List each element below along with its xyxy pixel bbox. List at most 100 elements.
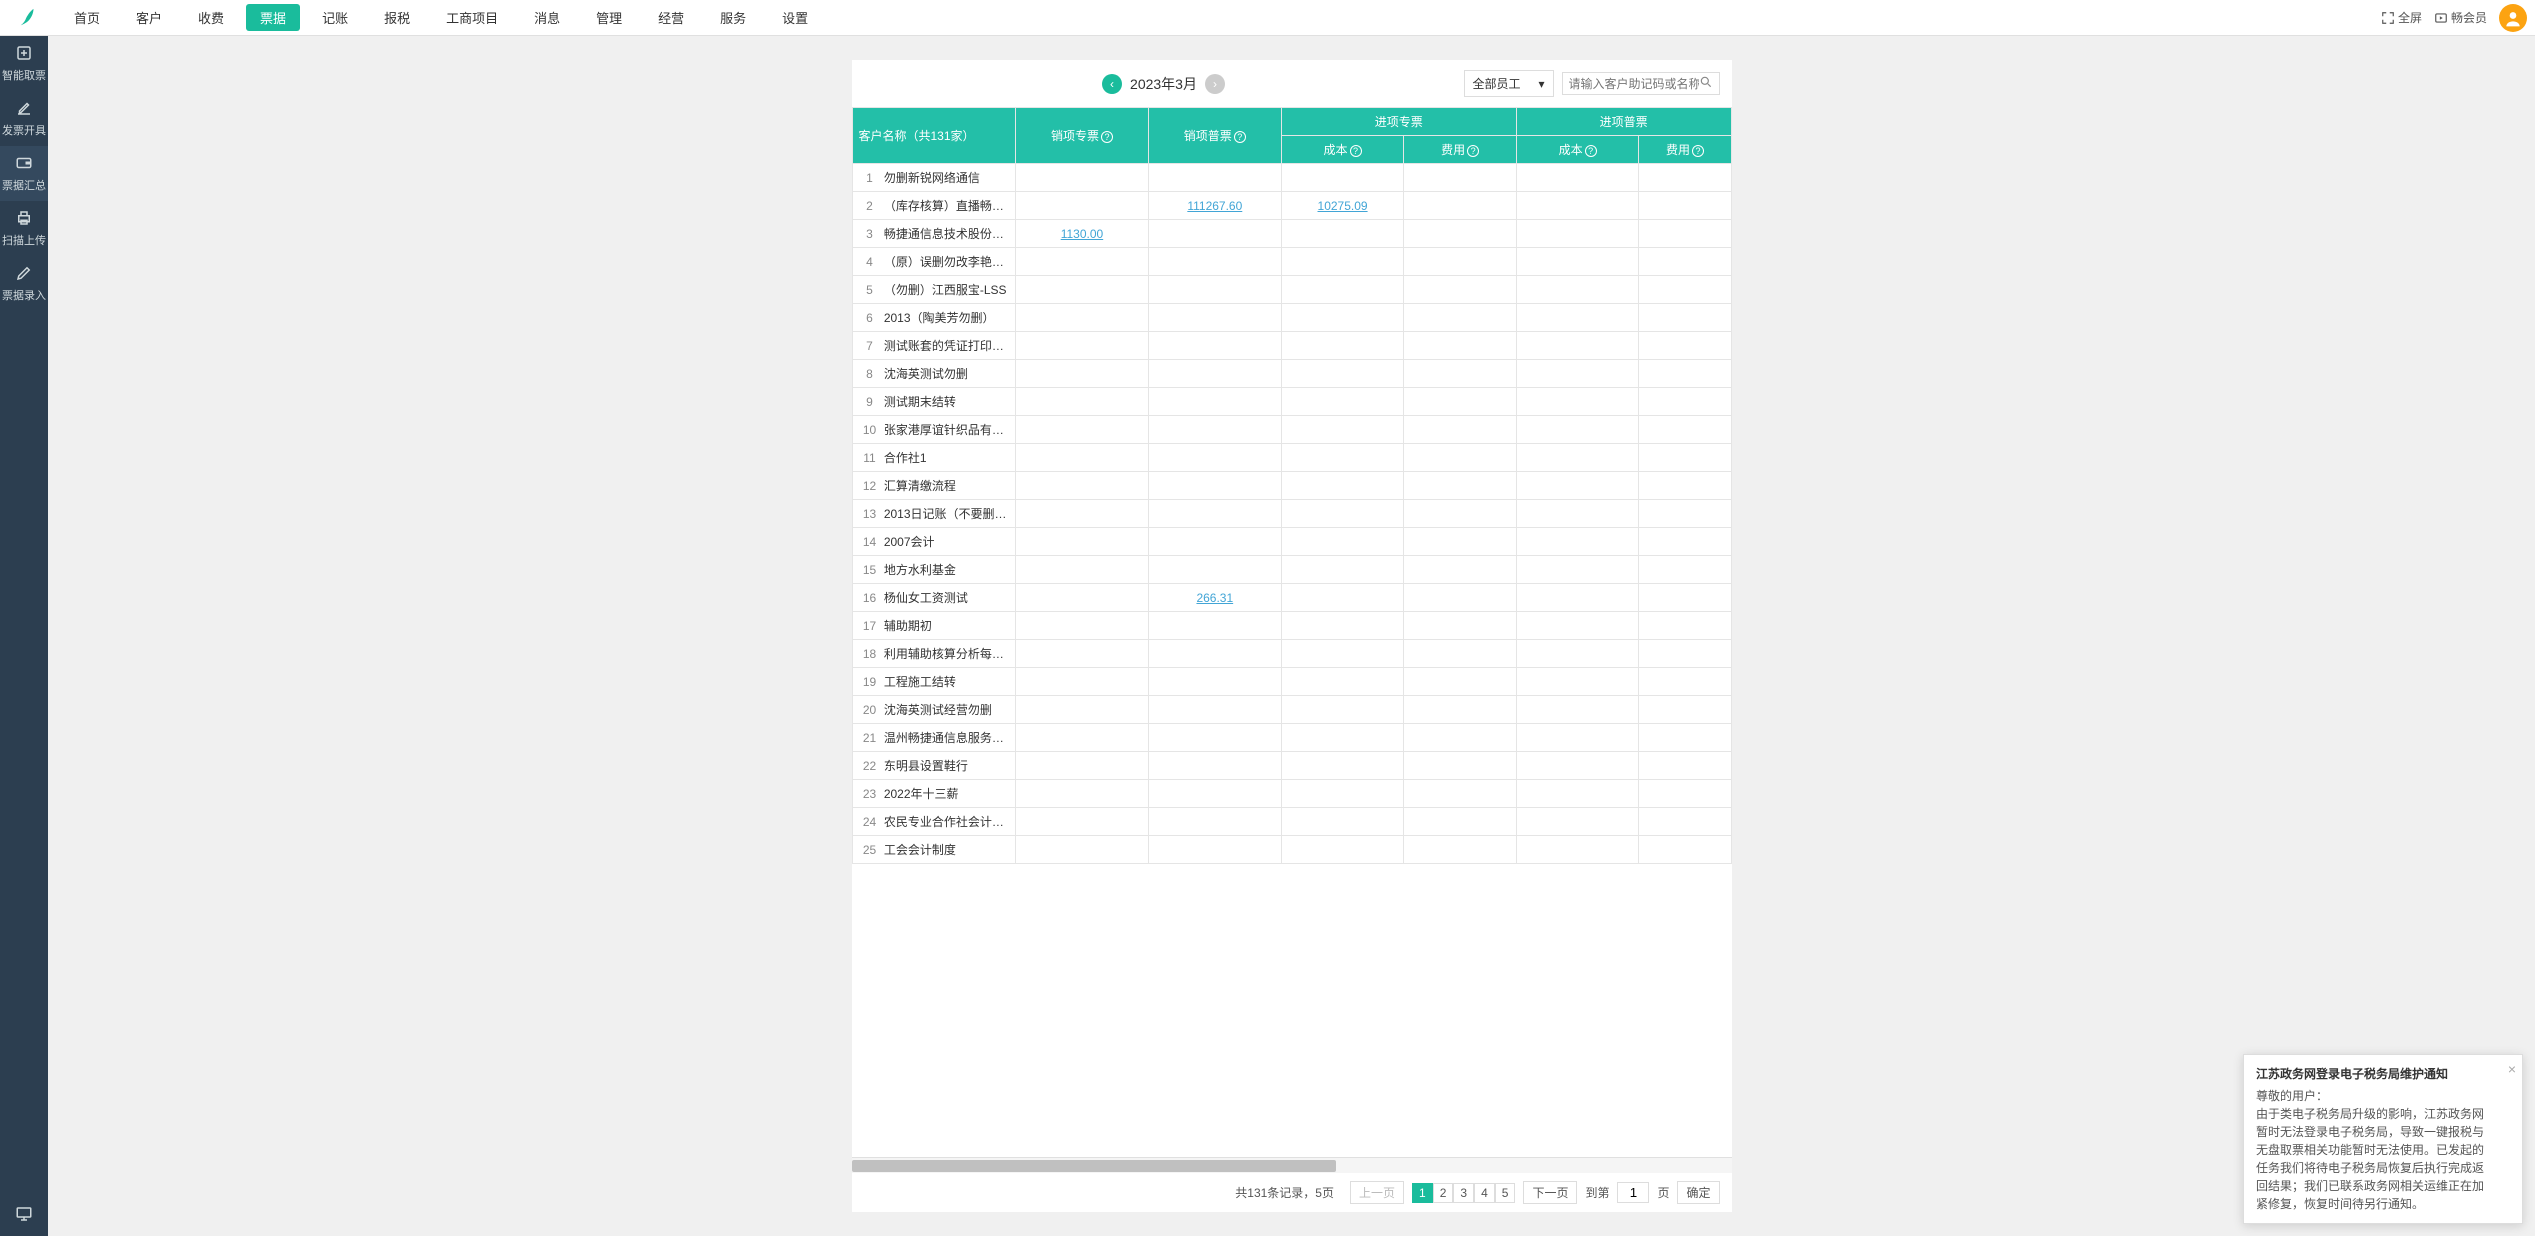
cell <box>1404 808 1516 836</box>
th-purchase-normal: 进项普票 <box>1516 108 1731 136</box>
table-row[interactable]: 1 勿删新锐网络通信 <box>852 164 1731 192</box>
cell <box>1281 780 1404 808</box>
table-row[interactable]: 17 辅助期初 <box>852 612 1731 640</box>
table-row[interactable]: 23 2022年十三薪 <box>852 780 1731 808</box>
table-row[interactable]: 18 利用辅助核算分析每种商… <box>852 640 1731 668</box>
cell <box>1516 640 1639 668</box>
table-row[interactable]: 20 沈海英测试经营勿删 <box>852 696 1731 724</box>
page-number[interactable]: 2 <box>1433 1183 1454 1203</box>
nav-item-4[interactable]: 记账 <box>308 4 362 31</box>
avatar[interactable] <box>2499 4 2527 32</box>
nav-item-9[interactable]: 经营 <box>644 4 698 31</box>
employee-select[interactable]: 全部员工 ▾ <box>1464 70 1554 97</box>
cell <box>1281 584 1404 612</box>
help-icon[interactable]: ? <box>1234 131 1246 143</box>
sidebar-item-1[interactable]: 发票开具 <box>0 91 48 146</box>
sidebar-item-3[interactable]: 扫描上传 <box>0 201 48 256</box>
table-row[interactable]: 21 温州畅捷通信息服务有限… <box>852 724 1731 752</box>
page-number[interactable]: 3 <box>1453 1183 1474 1203</box>
help-icon[interactable]: ? <box>1692 145 1704 157</box>
help-icon[interactable]: ? <box>1585 145 1597 157</box>
table-row[interactable]: 19 工程施工结转 <box>852 668 1731 696</box>
table-row[interactable]: 13 2013日记账（不要删除哈… <box>852 500 1731 528</box>
sidebar-item-0[interactable]: 智能取票 <box>0 36 48 91</box>
nav-item-3[interactable]: 票据 <box>246 4 300 31</box>
cell <box>1148 472 1281 500</box>
table-row[interactable]: 15 地方水利基金 <box>852 556 1731 584</box>
nav-item-6[interactable]: 工商项目 <box>432 4 512 31</box>
help-icon[interactable]: ? <box>1101 131 1113 143</box>
table-row[interactable]: 22 东明县设置鞋行 <box>852 752 1731 780</box>
prev-month-button[interactable]: ‹ <box>1102 74 1122 94</box>
cell-name: 14 2007会计 <box>852 528 1016 556</box>
nav-item-11[interactable]: 设置 <box>768 4 822 31</box>
panel-header: ‹ 2023年3月 › 全部员工 ▾ <box>852 60 1732 107</box>
table-row[interactable]: 10 张家港厚谊针织品有限公… <box>852 416 1731 444</box>
sidebar-bottom-button[interactable] <box>0 1197 48 1236</box>
page-number[interactable]: 1 <box>1412 1183 1433 1203</box>
cell-name: 24 农民专业合作社会计制度 <box>852 808 1016 836</box>
sidebar-item-2[interactable]: 票据汇总 <box>0 146 48 201</box>
nav-item-8[interactable]: 管理 <box>582 4 636 31</box>
panel: ‹ 2023年3月 › 全部员工 ▾ <box>852 60 1732 1212</box>
table-row[interactable]: 16 杨仙女工资测试266.31 <box>852 584 1731 612</box>
cell <box>1404 724 1516 752</box>
table-row[interactable]: 2 （库存核算）直播畅捷通信…111267.6010275.09 <box>852 192 1731 220</box>
table-row[interactable]: 9 测试期末结转 <box>852 388 1731 416</box>
sidebar-item-4[interactable]: 票据录入 <box>0 256 48 311</box>
table-row[interactable]: 14 2007会计 <box>852 528 1731 556</box>
scrollbar-thumb[interactable] <box>852 1160 1336 1172</box>
cell <box>1148 556 1281 584</box>
table-row[interactable]: 24 农民专业合作社会计制度 <box>852 808 1731 836</box>
nav-item-7[interactable]: 消息 <box>520 4 574 31</box>
help-icon[interactable]: ? <box>1467 145 1479 157</box>
value-link[interactable]: 1130.00 <box>1061 227 1104 241</box>
search-button[interactable] <box>1699 75 1713 92</box>
value-link[interactable]: 266.31 <box>1196 591 1233 605</box>
cell <box>1516 752 1639 780</box>
prev-page-button[interactable]: 上一页 <box>1350 1181 1404 1204</box>
nav-item-2[interactable]: 收费 <box>184 4 238 31</box>
next-month-button[interactable]: › <box>1205 74 1225 94</box>
table-row[interactable]: 8 沈海英测试勿删 <box>852 360 1731 388</box>
cell <box>1281 752 1404 780</box>
nav-item-10[interactable]: 服务 <box>706 4 760 31</box>
table-row[interactable]: 4 （原）误删勿改李艳芬测试账… <box>852 248 1731 276</box>
table-row[interactable]: 7 测试账套的凭证打印的时候… <box>852 332 1731 360</box>
page-number[interactable]: 5 <box>1495 1183 1516 1203</box>
cell-name: 23 2022年十三薪 <box>852 780 1016 808</box>
close-icon[interactable]: × <box>2508 1059 2516 1080</box>
goto-confirm-button[interactable]: 确定 <box>1677 1181 1719 1204</box>
value-link[interactable]: 10275.09 <box>1318 199 1368 213</box>
nav-item-0[interactable]: 首页 <box>60 4 114 31</box>
value-link[interactable]: 111267.60 <box>1187 199 1242 213</box>
nav-item-1[interactable]: 客户 <box>122 4 176 31</box>
monitor-icon <box>15 1205 33 1226</box>
cell <box>1639 416 1731 444</box>
nav-item-5[interactable]: 报税 <box>370 4 424 31</box>
member-button[interactable]: 畅会员 <box>2434 9 2487 26</box>
cell <box>1148 724 1281 752</box>
horizontal-scrollbar[interactable] <box>852 1157 1732 1173</box>
page-number[interactable]: 4 <box>1474 1183 1495 1203</box>
table-row[interactable]: 25 工会会计制度 <box>852 836 1731 864</box>
cell <box>1639 304 1731 332</box>
cell <box>1148 836 1281 864</box>
cell-name: 19 工程施工结转 <box>852 668 1016 696</box>
table-row[interactable]: 3 畅捷通信息技术股份有限公…1130.00 <box>852 220 1731 248</box>
next-page-button[interactable]: 下一页 <box>1523 1181 1577 1204</box>
table-row[interactable]: 12 汇算清缴流程 <box>852 472 1731 500</box>
table-row[interactable]: 11 合作社1 <box>852 444 1731 472</box>
goto-input[interactable] <box>1617 1182 1649 1203</box>
cell-name: 11 合作社1 <box>852 444 1016 472</box>
cell <box>1281 388 1404 416</box>
cell <box>1516 444 1639 472</box>
search-input[interactable] <box>1569 77 1699 91</box>
cell <box>1016 780 1149 808</box>
fullscreen-button[interactable]: 全屏 <box>2381 9 2422 26</box>
table-row[interactable]: 6 2013（陶美芳勿删） <box>852 304 1731 332</box>
cell <box>1639 556 1731 584</box>
cell <box>1516 808 1639 836</box>
help-icon[interactable]: ? <box>1350 145 1362 157</box>
table-row[interactable]: 5 （勿删）江西服宝-LSS <box>852 276 1731 304</box>
